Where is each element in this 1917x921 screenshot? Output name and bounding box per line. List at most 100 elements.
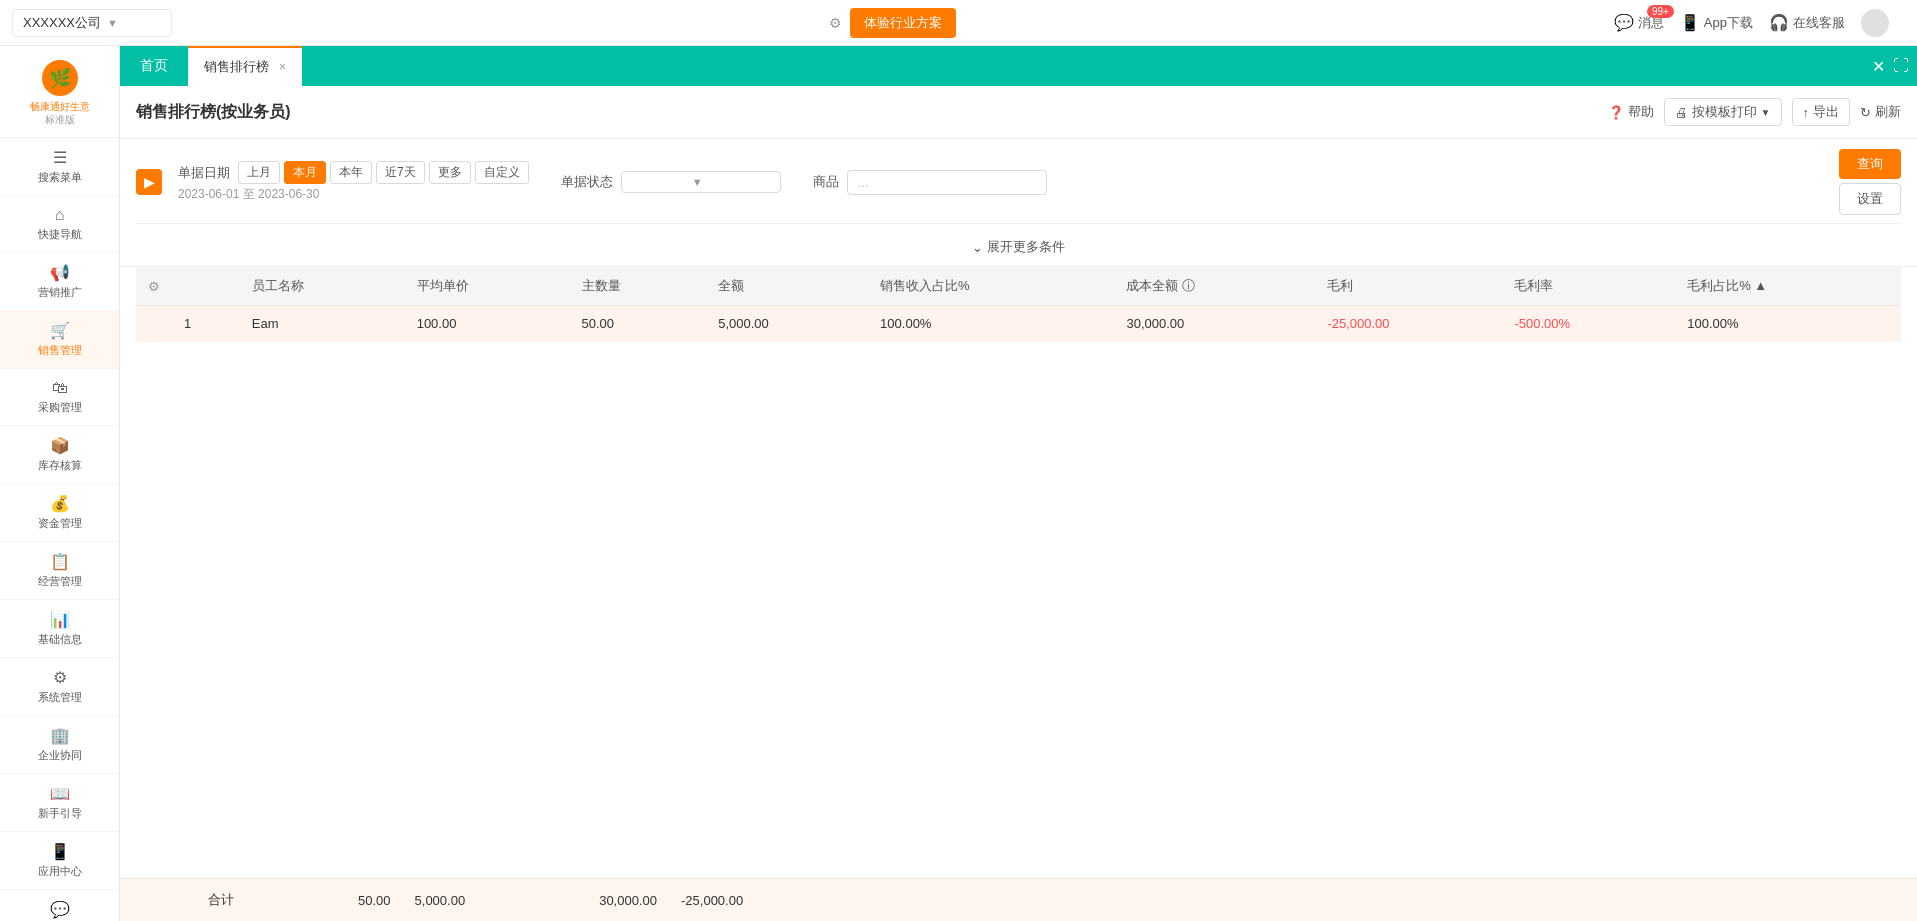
sidebar-item-apps[interactable]: 📱 应用中心 <box>0 832 119 890</box>
expand-label: 展开更多条件 <box>987 238 1065 256</box>
sidebar-item-inventory[interactable]: 📦 库存核算 <box>0 426 119 484</box>
sidebar-item-enterprise[interactable]: 🏢 企业协同 <box>0 716 119 774</box>
print-label: 按模板打印 <box>1692 103 1757 121</box>
cell-rank: 1 <box>172 306 240 342</box>
footer-amount: 5,000.00 <box>403 889 478 912</box>
table-row: 1 Eam 100.00 50.00 5,000.00 100.00% 30,0… <box>136 306 1901 342</box>
date-btn-lastmonth[interactable]: 上月 <box>238 161 280 184</box>
message-area[interactable]: 💬 消息 99+ <box>1614 13 1664 32</box>
date-btn-7days[interactable]: 近7天 <box>376 161 425 184</box>
finance-icon: 💰 <box>50 494 70 513</box>
goods-input[interactable]: ... <box>847 170 1047 195</box>
status-select[interactable]: ▼ <box>621 171 781 193</box>
cell-amount: 5,000.00 <box>706 306 868 342</box>
mobile-icon: 📱 <box>1680 13 1700 32</box>
query-button[interactable]: 查询 <box>1839 149 1901 179</box>
purchase-icon: 🛍 <box>52 379 68 397</box>
help-button[interactable]: ❓ 帮助 <box>1608 103 1654 121</box>
sidebar-item-operations[interactable]: 📋 经营管理 <box>0 542 119 600</box>
chevron-down-expand-icon: ⌄ <box>972 240 983 255</box>
date-btn-thismonth[interactable]: 本月 <box>284 161 326 184</box>
sidebar-item-wechat[interactable]: 💬 企业微信 <box>0 890 119 921</box>
home-icon: ⌂ <box>55 206 65 224</box>
refresh-button[interactable]: ↻ 刷新 <box>1860 103 1901 121</box>
print-icon: 🖨 <box>1675 105 1688 120</box>
status-chevron-icon: ▼ <box>692 176 703 188</box>
export-button[interactable]: ↑ 导出 <box>1792 98 1851 126</box>
sidebar-item-purchase[interactable]: 🛍 采购管理 <box>0 369 119 426</box>
date-btn-custom[interactable]: 自定义 <box>475 161 529 184</box>
cell-sales-pct: 100.00% <box>868 306 1114 342</box>
tab-close-button[interactable]: × <box>279 60 286 74</box>
sidebar-item-label: 搜索菜单 <box>38 170 82 185</box>
print-button[interactable]: 🖨 按模板打印 ▼ <box>1664 98 1782 126</box>
date-btn-more[interactable]: 更多 <box>429 161 471 184</box>
window-controls: ✕ ⛶ <box>1864 46 1917 86</box>
trial-button[interactable]: 体验行业方案 <box>850 8 956 38</box>
maximize-icon[interactable]: ⛶ <box>1893 57 1909 75</box>
col-cost: 成本全额 ⓘ <box>1114 267 1315 306</box>
logo-text: 畅康通好生意 <box>30 100 90 113</box>
col-amount: 全额 <box>706 267 868 306</box>
sidebar-item-label: 库存核算 <box>38 458 82 473</box>
inventory-icon: 📦 <box>50 436 70 455</box>
footer-gross: -25,000.00 <box>669 889 755 912</box>
tab-home[interactable]: 首页 <box>120 46 188 86</box>
col-gross-rate: 毛利率 <box>1502 267 1675 306</box>
sidebar-item-label: 新手引导 <box>38 806 82 821</box>
sidebar-item-marketing[interactable]: 📢 营销推广 <box>0 253 119 311</box>
cell-gross-pct: 100.00% <box>1675 306 1901 342</box>
col-avg-price: 平均单价 <box>405 267 570 306</box>
expand-more-button[interactable]: ⌄ 展开更多条件 <box>972 238 1065 256</box>
company-name: XXXXXX公司 <box>23 14 101 32</box>
goods-value: ... <box>858 175 869 190</box>
sidebar-item-system[interactable]: ⚙ 系统管理 <box>0 658 119 716</box>
col-qty: 主数量 <box>570 267 707 306</box>
footer-qty: 50.00 <box>346 889 403 912</box>
marketing-icon: 📢 <box>50 263 70 282</box>
footer-label: 合计 <box>196 887 246 913</box>
sidebar-item-finance[interactable]: 💰 资金管理 <box>0 484 119 542</box>
status-label: 单据状态 <box>561 173 613 191</box>
filter-settings-button[interactable]: 设置 <box>1839 183 1901 215</box>
print-chevron-icon: ▼ <box>1761 107 1771 118</box>
company-selector[interactable]: XXXXXX公司 ▼ <box>12 9 172 37</box>
tab-sales-ranking[interactable]: 销售排行榜 × <box>188 46 302 86</box>
sidebar-item-sales[interactable]: 🛒 销售管理 <box>0 311 119 369</box>
col-sales-pct: 销售收入占比% <box>868 267 1114 306</box>
app-download[interactable]: 📱 App下载 <box>1680 13 1753 32</box>
settings-icon[interactable]: ⚙ <box>829 15 842 31</box>
export-icon: ↑ <box>1803 105 1810 120</box>
operations-icon: 📋 <box>50 552 70 571</box>
sidebar-item-search[interactable]: ☰ 搜索菜单 <box>0 138 119 196</box>
tab-active-label: 销售排行榜 <box>204 58 269 76</box>
avatar[interactable] <box>1861 9 1889 37</box>
goods-label: 商品 <box>813 173 839 191</box>
guide-icon: 📖 <box>50 784 70 803</box>
date-btn-thisyear[interactable]: 本年 <box>330 161 372 184</box>
col-gross-pct: 毛利占比% ▲ <box>1675 267 1901 306</box>
export-label: 导出 <box>1813 103 1839 121</box>
logo-sub: 标准版 <box>45 113 75 127</box>
col-settings[interactable]: ⚙ <box>136 267 172 306</box>
sidebar-item-label: 资金管理 <box>38 516 82 531</box>
online-service[interactable]: 🎧 在线客服 <box>1769 13 1845 32</box>
cell-name: Eam <box>240 306 405 342</box>
sidebar-item-label: 应用中心 <box>38 864 82 879</box>
sidebar-logo: 🌿 畅康通好生意 标准版 <box>0 46 119 138</box>
sidebar-item-quicknav[interactable]: ⌂ 快捷导航 <box>0 196 119 253</box>
search-menu-icon: ☰ <box>53 148 67 167</box>
refresh-label: 刷新 <box>1875 103 1901 121</box>
close-window-icon[interactable]: ✕ <box>1872 57 1885 76</box>
system-icon: ⚙ <box>53 668 67 687</box>
sidebar-item-basicinfo[interactable]: 📊 基础信息 <box>0 600 119 658</box>
filter-collapse-btn[interactable]: ▶ <box>136 169 162 195</box>
table-footer: 合计 50.00 5,000.00 30,000.00 -25,000.00 <box>120 878 1917 921</box>
sidebar-item-guide[interactable]: 📖 新手引导 <box>0 774 119 832</box>
page-title: 销售排行榜(按业务员) <box>136 102 291 123</box>
sidebar-item-label: 企业协同 <box>38 748 82 763</box>
logo-icon: 🌿 <box>42 60 78 96</box>
cell-gross: -25,000.00 <box>1315 306 1502 342</box>
date-range: 2023-06-01 至 2023-06-30 <box>178 186 529 203</box>
sidebar-item-label: 采购管理 <box>38 400 82 415</box>
